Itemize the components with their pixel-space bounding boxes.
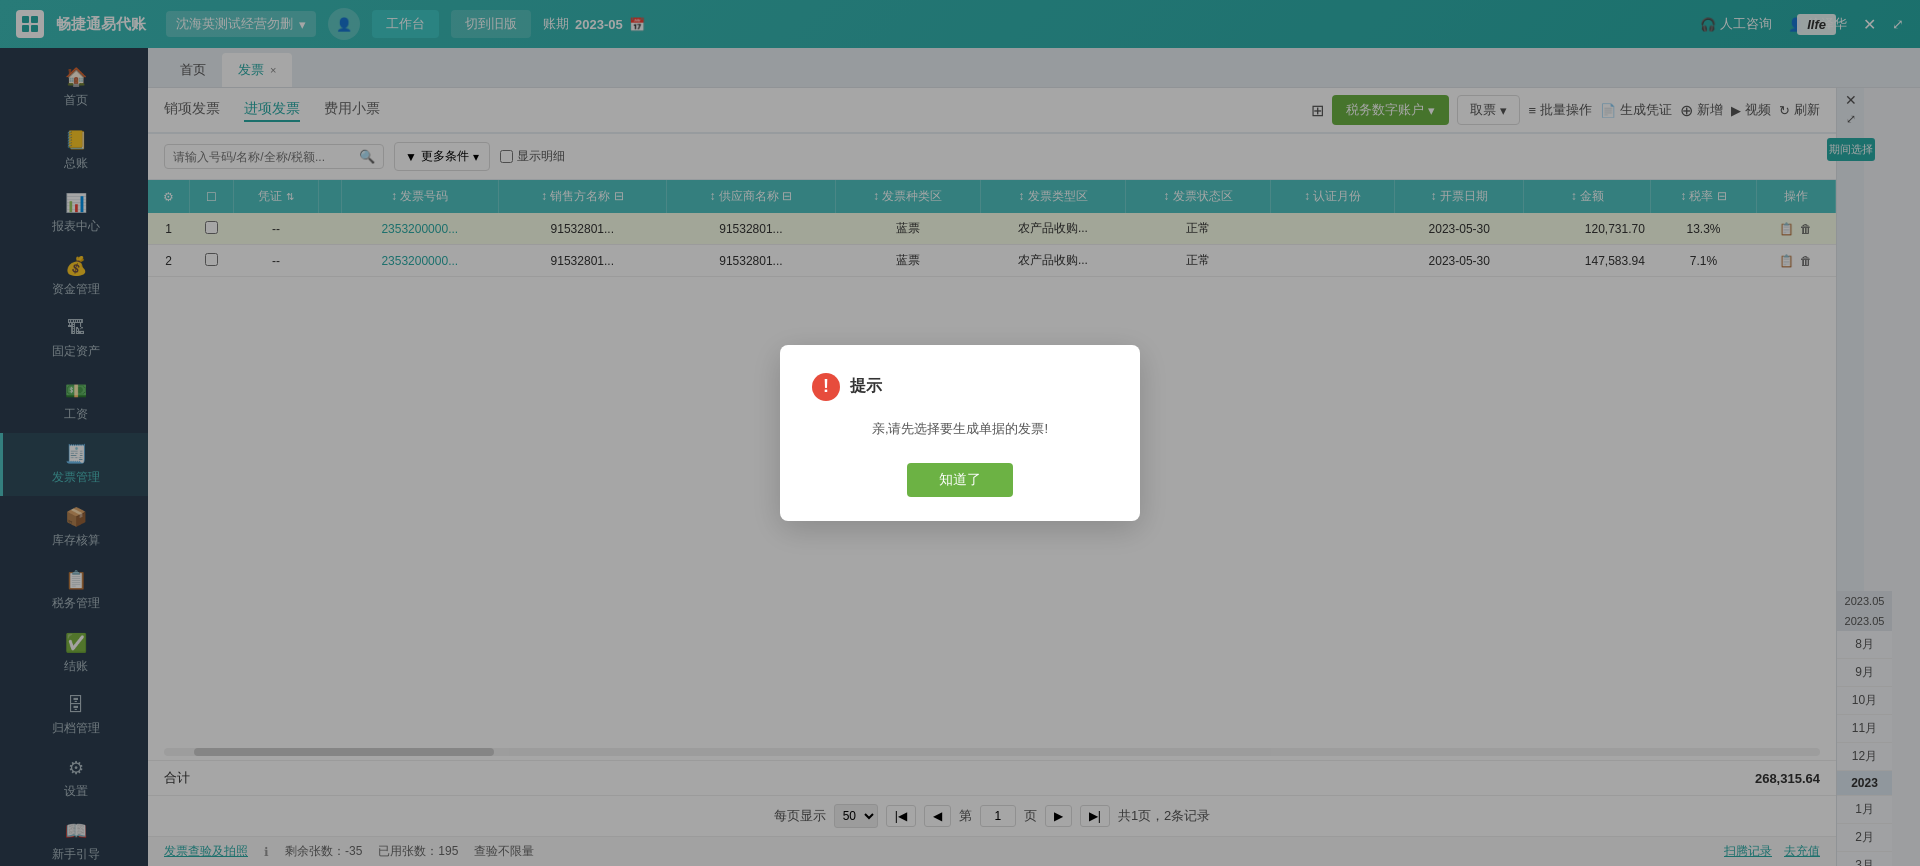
modal-box: ! 提示 亲,请先选择要生成单据的发票! 知道了	[780, 345, 1140, 522]
modal-title-row: ! 提示	[812, 373, 1108, 401]
warning-icon: !	[812, 373, 840, 401]
modal-confirm-button[interactable]: 知道了	[907, 463, 1013, 497]
modal-message: 亲,请先选择要生成单据的发票!	[812, 419, 1108, 440]
modal-overlay[interactable]: ! 提示 亲,请先选择要生成单据的发票! 知道了	[0, 0, 1920, 866]
modal-title: 提示	[850, 376, 882, 397]
modal-btn-row: 知道了	[812, 463, 1108, 497]
